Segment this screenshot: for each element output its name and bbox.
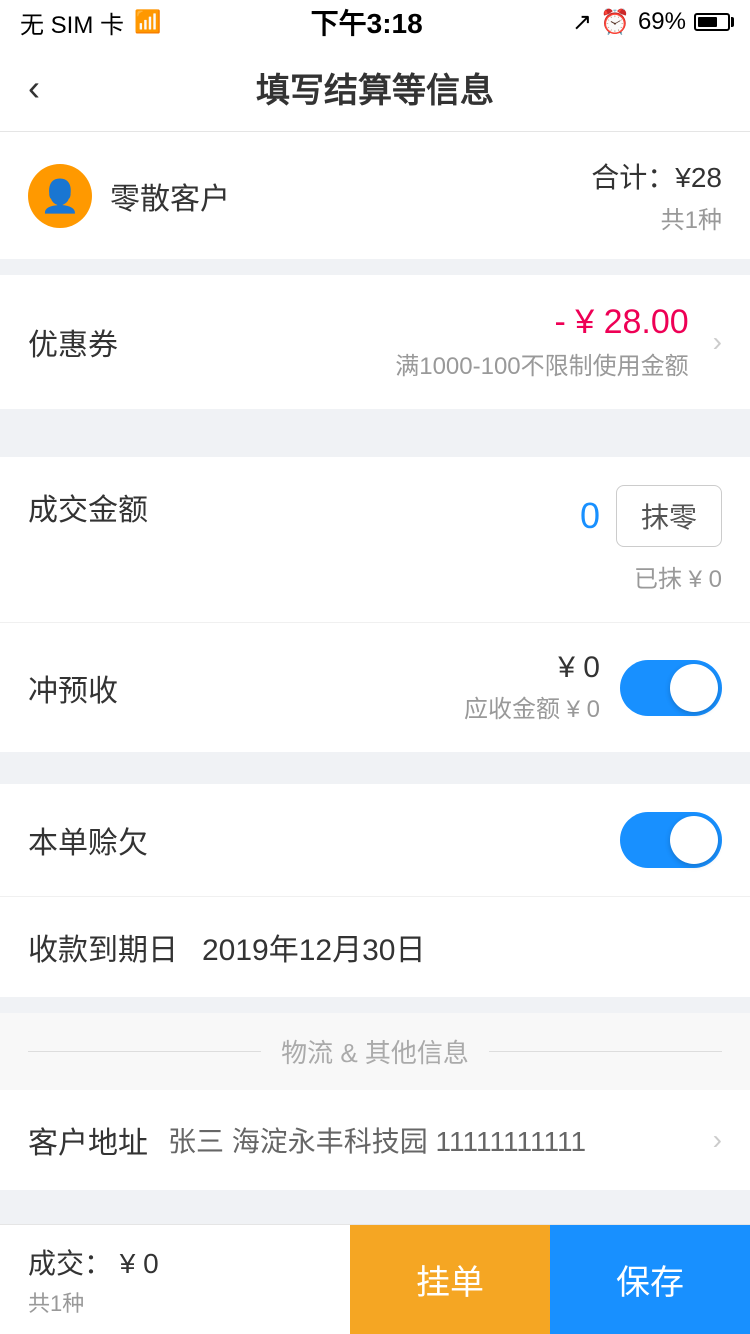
coupon-discount: - ¥ 28.00 xyxy=(395,303,688,342)
prepay-amount: ¥ 0 xyxy=(464,651,600,685)
toggle-knob xyxy=(670,664,718,712)
bottom-transaction-label: 成交： xyxy=(28,1248,112,1279)
transaction-sub-row: 已抹 ¥ 0 xyxy=(0,547,750,622)
page-title: 填写结算等信息 xyxy=(256,63,494,112)
debt-toggle[interactable] xyxy=(620,812,722,868)
address-label: 客户地址 xyxy=(28,1118,148,1162)
carrier-text: 无 SIM 卡 xyxy=(20,5,124,40)
transaction-section: 成交金额 0 抹零 已抹 ¥ 0 冲预收 ¥ 0 应收金额 ¥ 0 xyxy=(0,457,750,752)
wifi-icon: 📶 xyxy=(134,9,161,35)
prepay-toggle[interactable] xyxy=(620,660,722,716)
logistics-title: 物流 & 其他信息 xyxy=(281,1033,469,1070)
bottom-amount: 成交： ¥ 0 xyxy=(28,1242,322,1282)
bottom-info: 成交： ¥ 0 共1种 xyxy=(0,1225,350,1334)
coupon-label: 优惠券 xyxy=(28,320,118,364)
customer-row: 👤 零散客户 合计：¥28 共1种 xyxy=(0,132,750,259)
debt-card: 本单赊欠 收款到期日 2019年12月30日 xyxy=(0,784,750,997)
debt-row: 本单赊欠 xyxy=(0,784,750,896)
prepay-label: 冲预收 xyxy=(28,666,118,710)
coupon-description: 满1000-100不限制使用金额 xyxy=(395,346,688,381)
logistics-line-right xyxy=(489,1051,722,1052)
debt-toggle-knob xyxy=(670,816,718,864)
address-row[interactable]: 客户地址 张三 海淀永丰科技园 11111111111 › xyxy=(0,1090,750,1190)
status-left: 无 SIM 卡 📶 xyxy=(20,5,161,40)
due-date-value: 2019年12月30日 xyxy=(202,925,425,969)
battery-percent: 69% xyxy=(638,8,686,36)
status-bar: 无 SIM 卡 📶 下午3:18 ↗ ⏰ 69% xyxy=(0,0,750,44)
transaction-section-sep xyxy=(0,425,750,441)
transaction-value: 0 xyxy=(580,495,600,537)
content: 👤 零散客户 合计：¥28 共1种 优惠券 - ¥ 28.00 满1000-10… xyxy=(0,132,750,1300)
bottom-transaction-value: ¥ 0 xyxy=(120,1248,159,1279)
debt-section-sep xyxy=(0,768,750,784)
save-button[interactable]: 保存 xyxy=(550,1225,750,1334)
customer-total: 合计：¥28 xyxy=(591,156,722,196)
coupon-card: 优惠券 - ¥ 28.00 满1000-100不限制使用金额 › xyxy=(0,275,750,409)
logistics-sep xyxy=(0,997,750,1013)
nav-bar: ‹ 填写结算等信息 xyxy=(0,44,750,132)
back-button[interactable]: ‹ xyxy=(28,67,40,109)
logistics-header: 物流 & 其他信息 xyxy=(0,1013,750,1090)
status-right: ↗ ⏰ 69% xyxy=(572,8,730,37)
transaction-row: 成交金额 0 抹零 xyxy=(0,457,750,547)
bottom-bar: 成交： ¥ 0 共1种 挂单 保存 xyxy=(0,1224,750,1334)
customer-name: 零散客户 xyxy=(110,174,230,218)
prepay-receivable: 应收金额 ¥ 0 xyxy=(464,689,600,724)
transaction-label: 成交金额 xyxy=(28,485,148,529)
bottom-count: 共1种 xyxy=(28,1286,322,1318)
avatar-icon: 👤 xyxy=(40,177,80,215)
pending-button[interactable]: 挂单 xyxy=(350,1225,550,1334)
prepay-row: 冲预收 ¥ 0 应收金额 ¥ 0 xyxy=(0,623,750,752)
address-chevron-icon: › xyxy=(713,1124,722,1156)
round-zero-button[interactable]: 抹零 xyxy=(616,485,722,547)
status-time: 下午3:18 xyxy=(311,2,423,42)
date-row: 收款到期日 2019年12月30日 xyxy=(0,896,750,997)
coupon-row[interactable]: 优惠券 - ¥ 28.00 满1000-100不限制使用金额 › xyxy=(0,275,750,409)
battery-icon xyxy=(694,13,730,31)
logistics-line-left xyxy=(28,1051,261,1052)
address-value: 张三 海淀永丰科技园 11111111111 xyxy=(168,1120,705,1160)
avatar: 👤 xyxy=(28,164,92,228)
customer-count: 共1种 xyxy=(591,200,722,235)
deducted-label: 已抹 ¥ 0 xyxy=(634,559,722,594)
alarm-icon: ⏰ xyxy=(600,8,630,37)
location-icon: ↗ xyxy=(572,8,592,37)
due-date-label: 收款到期日 xyxy=(28,925,178,969)
chevron-right-icon: › xyxy=(713,326,722,358)
debt-label: 本单赊欠 xyxy=(28,818,148,862)
